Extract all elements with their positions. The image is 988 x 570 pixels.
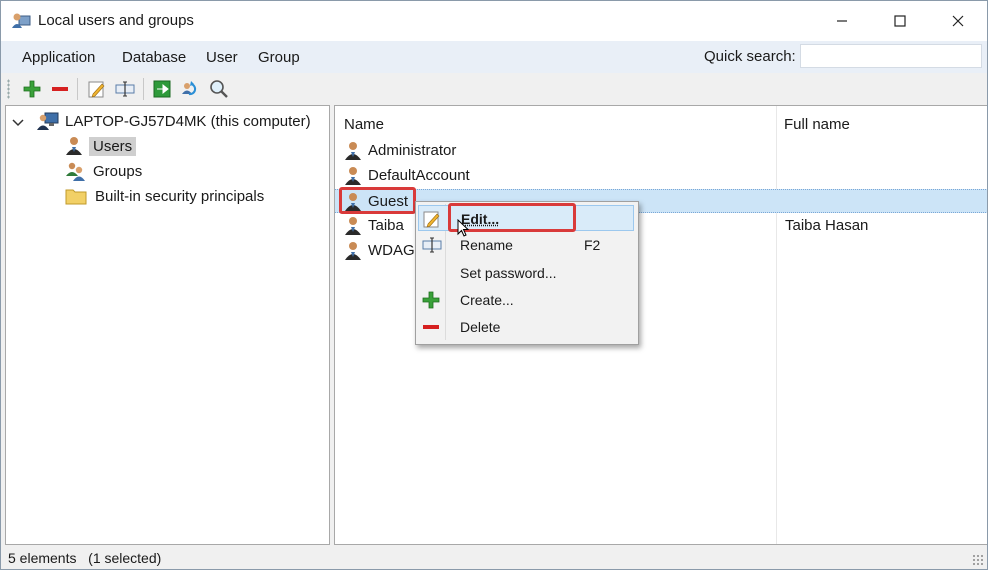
quick-search-input[interactable] [800, 44, 982, 68]
context-menu-set-password[interactable]: Set password... [418, 260, 634, 286]
edit-icon[interactable] [86, 78, 108, 100]
toolbar-separator [77, 78, 78, 100]
folder-icon [65, 187, 91, 205]
add-icon [422, 291, 440, 312]
context-menu-label: Set password... [460, 265, 557, 281]
app-window: Local users and groups Application Datab… [0, 0, 988, 570]
context-menu-shortcut: F2 [584, 237, 601, 253]
user-full-name: Taiba Hasan [785, 217, 869, 234]
column-header-name[interactable]: Name [344, 116, 384, 133]
tree-item-builtin-principals[interactable]: Built-in security principals [65, 185, 268, 207]
user-icon [344, 166, 362, 189]
tree-root-label: LAPTOP-GJ57D4MK (this computer) [65, 112, 311, 130]
tree-item-users[interactable]: Users [65, 135, 137, 157]
user-name: Taiba [368, 217, 404, 234]
menu-application[interactable]: Application [22, 49, 95, 66]
list-item[interactable]: Administrator [335, 139, 987, 164]
context-menu-label: Create... [460, 292, 514, 308]
rename-icon [422, 236, 442, 257]
menu-bar: Application Database User Group Quick se… [1, 41, 987, 73]
computer-icon [37, 111, 61, 131]
window-title: Local users and groups [38, 12, 194, 29]
mouse-cursor-icon [457, 218, 470, 240]
user-icon [344, 216, 362, 239]
quick-search-label: Quick search: [704, 48, 796, 65]
remove-icon[interactable] [49, 78, 71, 100]
group-icon [65, 161, 89, 181]
tree-item-label: Users [89, 136, 137, 156]
rename-icon[interactable] [114, 78, 136, 100]
chevron-down-icon[interactable] [12, 114, 24, 130]
user-name: DefaultAccount [368, 167, 470, 184]
user-name: Administrator [368, 142, 457, 159]
tree-pane[interactable]: LAPTOP-GJ57D4MK (this computer) Users Gr… [5, 105, 330, 545]
minimize-button[interactable] [813, 1, 871, 41]
context-menu-delete[interactable]: Delete [418, 314, 634, 340]
resize-grip-icon[interactable] [972, 554, 984, 566]
search-icon[interactable] [208, 78, 230, 100]
menu-group[interactable]: Group [258, 49, 300, 66]
list-item[interactable]: DefaultAccount [335, 164, 987, 189]
menu-database[interactable]: Database [122, 49, 186, 66]
user-icon [344, 241, 362, 264]
tree-item-label: Built-in security principals [95, 187, 265, 205]
edit-icon [423, 210, 441, 231]
toolbar [1, 73, 987, 105]
toolbar-grip[interactable] [7, 79, 10, 99]
title-bar: Local users and groups [1, 1, 987, 41]
remove-icon [422, 318, 440, 339]
tree-item-label: Groups [93, 162, 143, 180]
toolbar-separator [143, 78, 144, 100]
status-bar: 5 elements (1 selected) [1, 546, 987, 569]
column-header-full-name[interactable]: Full name [784, 116, 850, 133]
context-menu-label: Delete [460, 319, 501, 335]
maximize-button[interactable] [871, 1, 929, 41]
users-app-icon [11, 11, 31, 31]
close-button[interactable] [929, 1, 987, 41]
menu-user[interactable]: User [206, 49, 238, 66]
export-icon[interactable] [151, 78, 173, 100]
guest-highlight-box [339, 187, 416, 214]
refresh-icon[interactable] [179, 78, 201, 100]
context-menu-rename[interactable]: Rename F2 [418, 232, 634, 258]
user-icon [344, 141, 362, 164]
status-text: 5 elements (1 selected) [8, 550, 162, 566]
tree-item-groups[interactable]: Groups [65, 160, 146, 182]
tree-item-computer[interactable]: LAPTOP-GJ57D4MK (this computer) [37, 110, 315, 132]
context-menu-create[interactable]: Create... [418, 287, 634, 313]
user-icon [65, 136, 89, 156]
add-icon[interactable] [21, 78, 43, 100]
